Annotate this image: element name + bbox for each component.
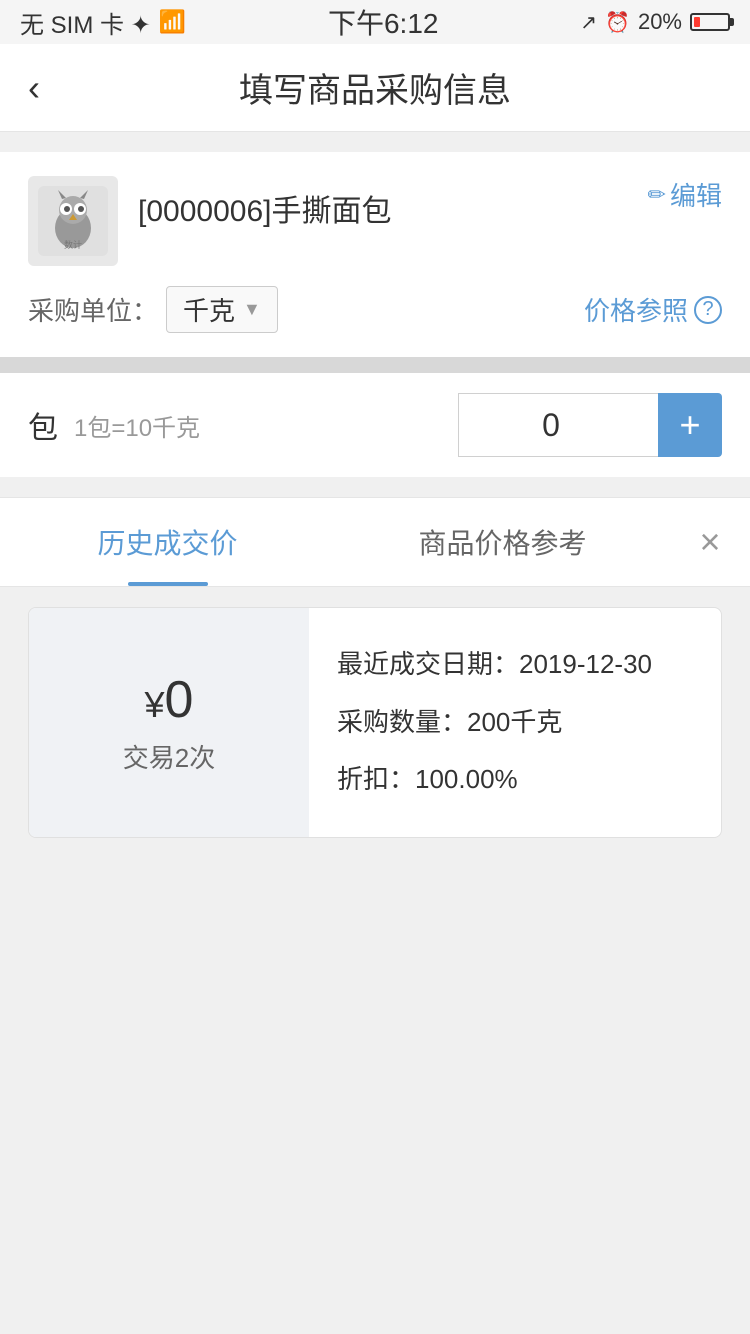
sim-label: 无 SIM 卡 ✦ bbox=[20, 5, 151, 40]
purchase-qty-value: 200千克 bbox=[467, 707, 562, 737]
quantity-input-wrap: + bbox=[458, 393, 722, 457]
tab-close-button[interactable]: × bbox=[670, 498, 750, 586]
page-title: 填写商品采购信息 bbox=[239, 63, 511, 112]
quantity-row: 包 1包=10千克 + bbox=[0, 373, 750, 477]
product-thumbnail: 数计 bbox=[28, 176, 118, 266]
tab-active-indicator bbox=[128, 582, 208, 586]
quantity-plus-button[interactable]: + bbox=[658, 393, 722, 457]
unit-selector: 采购单位： 千克 ▼ bbox=[28, 286, 278, 333]
history-price-section: ¥0 交易2次 bbox=[29, 608, 309, 837]
product-card: 数计 [0000006]手撕面包 ✏ 编辑 采购单位： 千克 ▼ 价格参照 ? bbox=[0, 152, 750, 357]
nav-bar: ‹ 填写商品采购信息 bbox=[0, 44, 750, 132]
tab-history-price[interactable]: 历史成交价 bbox=[0, 498, 335, 586]
history-price-display: ¥0 bbox=[145, 670, 194, 730]
discount-row: 折扣：100.00% bbox=[337, 759, 693, 801]
wifi-icon: 📶 bbox=[159, 9, 186, 35]
purchase-qty-label: 采购数量： bbox=[337, 707, 467, 737]
recent-date-value: 2019-12-30 bbox=[519, 649, 652, 679]
status-right: ↗ ⏰ 20% bbox=[580, 9, 730, 35]
history-card: ¥0 交易2次 最近成交日期：2019-12-30 采购数量：200千克 折扣：… bbox=[28, 607, 722, 838]
unit-dropdown[interactable]: 千克 ▼ bbox=[166, 286, 278, 333]
divider-bar bbox=[0, 357, 750, 373]
history-details-section: 最近成交日期：2019-12-30 采购数量：200千克 折扣：100.00% bbox=[309, 608, 721, 837]
product-unit-row: 采购单位： 千克 ▼ 价格参照 ? bbox=[28, 286, 722, 333]
price-symbol: ¥ bbox=[145, 684, 165, 725]
discount-label: 折扣： bbox=[337, 764, 415, 794]
edit-button[interactable]: ✏ 编辑 bbox=[648, 176, 722, 213]
product-logo: 数计 bbox=[38, 186, 108, 256]
product-left: 数计 [0000006]手撕面包 bbox=[28, 176, 391, 266]
tab-product-price[interactable]: 商品价格参考 bbox=[335, 498, 670, 586]
recent-date-label: 最近成交日期： bbox=[337, 649, 519, 679]
svg-text:数计: 数计 bbox=[64, 239, 82, 250]
unit-conversion: 1包=10千克 bbox=[74, 408, 200, 443]
help-icon: ? bbox=[694, 296, 722, 324]
unit-box-label: 包 bbox=[28, 403, 58, 447]
location-icon: ↗ bbox=[580, 10, 597, 35]
discount-value: 100.00% bbox=[415, 764, 518, 794]
back-button[interactable]: ‹ bbox=[28, 67, 40, 109]
tab-bar: 历史成交价 商品价格参考 × bbox=[0, 497, 750, 587]
price-ref-button[interactable]: 价格参照 ? bbox=[584, 291, 722, 328]
history-trades-count: 交易2次 bbox=[123, 738, 215, 775]
battery-percent: 20% bbox=[638, 9, 682, 35]
product-name: [0000006]手撕面包 bbox=[138, 176, 391, 230]
edit-icon: ✏ bbox=[648, 182, 666, 208]
quantity-label: 包 1包=10千克 bbox=[28, 403, 200, 447]
recent-date-row: 最近成交日期：2019-12-30 bbox=[337, 644, 693, 686]
product-header: 数计 [0000006]手撕面包 ✏ 编辑 bbox=[28, 176, 722, 266]
status-left: 无 SIM 卡 ✦ 📶 bbox=[20, 5, 186, 40]
unit-label: 采购单位： bbox=[28, 291, 158, 328]
battery-icon bbox=[690, 13, 730, 31]
alarm-icon: ⏰ bbox=[605, 10, 630, 35]
main-content: ¥0 交易2次 最近成交日期：2019-12-30 采购数量：200千克 折扣：… bbox=[0, 607, 750, 1207]
dropdown-arrow-icon: ▼ bbox=[243, 299, 261, 320]
purchase-qty-row: 采购数量：200千克 bbox=[337, 702, 693, 744]
quantity-input[interactable] bbox=[458, 393, 658, 457]
status-time: 下午6:12 bbox=[328, 2, 439, 42]
status-bar: 无 SIM 卡 ✦ 📶 下午6:12 ↗ ⏰ 20% bbox=[0, 0, 750, 44]
